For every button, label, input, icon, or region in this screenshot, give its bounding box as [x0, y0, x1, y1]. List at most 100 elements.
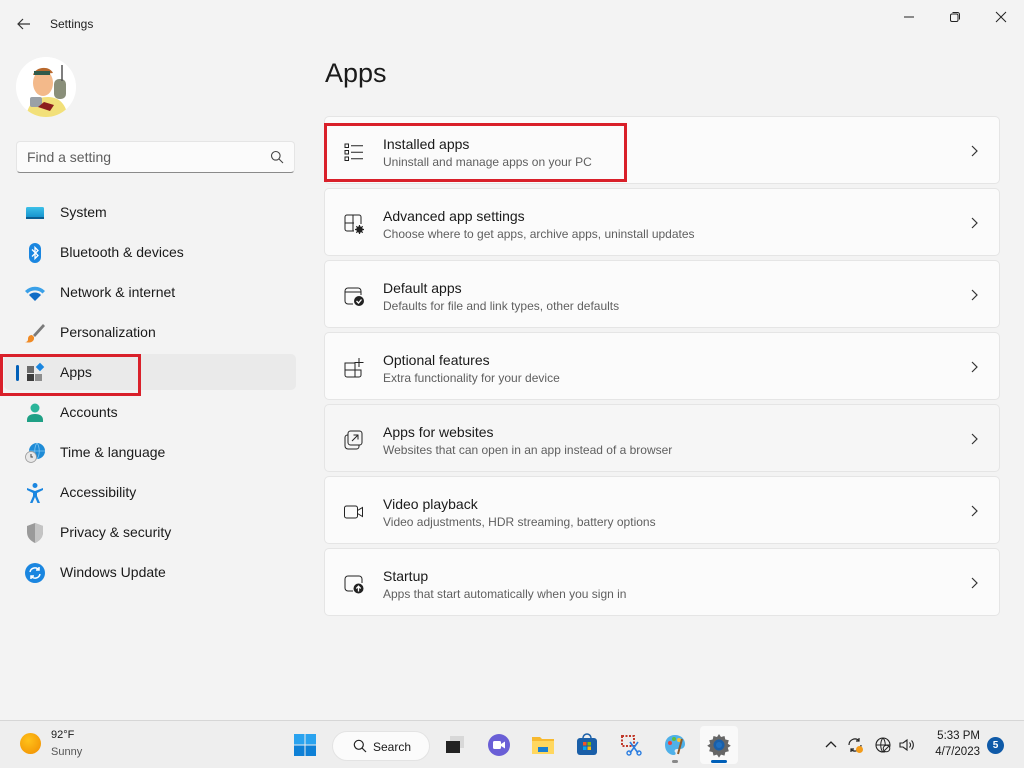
sidebar-item-time-language[interactable]: Time & language: [4, 434, 296, 470]
card-default-apps[interactable]: Default apps Defaults for file and link …: [324, 260, 1000, 328]
card-subtitle: Websites that can open in an app instead…: [383, 443, 673, 457]
chat-icon: [488, 734, 510, 756]
search-icon: [270, 150, 284, 164]
paint-button[interactable]: [656, 726, 694, 764]
video-icon: [344, 505, 363, 519]
card-title: Startup: [383, 568, 429, 584]
sidebar-label: Privacy & security: [60, 524, 172, 540]
weather-temperature: 92°F: [51, 729, 75, 741]
open-external-icon: [344, 430, 363, 450]
running-indicator: [672, 760, 678, 763]
globe-clock-icon: [25, 442, 45, 463]
card-title: Optional features: [383, 352, 490, 368]
search-input[interactable]: [17, 142, 257, 172]
sidebar-label: Personalization: [60, 324, 156, 340]
sidebar-item-accounts[interactable]: Accounts: [4, 394, 296, 430]
sidebar-item-bluetooth[interactable]: Bluetooth & devices: [4, 234, 296, 270]
clock-date: 4/7/2023: [935, 746, 980, 758]
store-icon: [577, 733, 597, 755]
sidebar-item-accessibility[interactable]: Accessibility: [4, 474, 296, 510]
snipping-tool-icon: [621, 735, 642, 756]
file-explorer-button[interactable]: [524, 726, 562, 764]
chevron-right-icon: [971, 289, 978, 301]
close-button[interactable]: [978, 4, 1024, 30]
app-title: Settings: [50, 17, 94, 31]
chevron-up-icon[interactable]: [822, 736, 840, 754]
wifi-icon: [25, 286, 45, 301]
microsoft-store-button[interactable]: [568, 726, 606, 764]
avatar-image: [16, 57, 76, 117]
back-button[interactable]: [12, 12, 36, 36]
apps-settings-list: Installed apps Uninstall and manage apps…: [324, 116, 1000, 620]
sidebar-item-windows-update[interactable]: Windows Update: [4, 554, 296, 590]
page-title: Apps: [325, 58, 387, 88]
sync-icon[interactable]: [846, 736, 864, 754]
card-startup[interactable]: Startup Apps that start automatically wh…: [324, 548, 1000, 616]
card-optional-features[interactable]: Optional features Extra functionality fo…: [324, 332, 1000, 400]
task-view-icon: [446, 736, 464, 753]
start-button[interactable]: [286, 726, 324, 764]
accessibility-icon: [27, 483, 43, 503]
restore-icon: [950, 12, 960, 22]
card-title: Default apps: [383, 280, 462, 296]
snipping-tool-button[interactable]: [612, 726, 650, 764]
gear-icon: [707, 734, 731, 758]
card-subtitle: Choose where to get apps, archive apps, …: [383, 227, 695, 241]
sun-icon: [20, 733, 41, 754]
bluetooth-icon: [29, 243, 41, 263]
close-icon: [995, 11, 1007, 23]
sidebar-label: Accessibility: [60, 484, 137, 500]
monitor-icon: [26, 207, 44, 219]
sidebar-label: System: [60, 204, 107, 220]
sidebar-item-personalization[interactable]: Personalization: [4, 314, 296, 350]
notification-badge[interactable]: 5: [987, 737, 1004, 754]
card-title: Apps for websites: [383, 424, 494, 440]
task-view-button[interactable]: [436, 726, 474, 764]
minimize-icon: [904, 16, 914, 18]
card-subtitle: Apps that start automatically when you s…: [383, 587, 627, 601]
back-arrow-icon: [17, 18, 30, 30]
paint-palette-icon: [665, 735, 685, 755]
sidebar-item-privacy-security[interactable]: Privacy & security: [4, 514, 296, 550]
card-title: Video playback: [383, 496, 478, 512]
sidebar-item-system[interactable]: System: [4, 194, 296, 230]
windows-logo-icon: [294, 734, 316, 756]
chevron-right-icon: [971, 145, 978, 157]
chevron-right-icon: [971, 433, 978, 445]
sidebar-label: Time & language: [60, 444, 166, 460]
taskbar-search[interactable]: Search: [332, 731, 430, 761]
default-apps-icon: [344, 287, 364, 306]
highlight-box-apps: [0, 354, 141, 396]
sidebar-label: Windows Update: [60, 564, 166, 580]
chevron-right-icon: [971, 217, 978, 229]
card-advanced-app-settings[interactable]: Advanced app settings Choose where to ge…: [324, 188, 1000, 256]
settings-taskbar-button[interactable]: [700, 726, 738, 764]
active-app-indicator: [711, 760, 727, 763]
sidebar-label: Network & internet: [60, 284, 176, 300]
chevron-right-icon: [971, 505, 978, 517]
maximize-button[interactable]: [932, 4, 978, 30]
taskbar: 92°F Sunny Search 5:33 PM 4/7/2023 5: [0, 720, 1024, 768]
card-video-playback[interactable]: Video playback Video adjustments, HDR st…: [324, 476, 1000, 544]
card-apps-for-websites[interactable]: Apps for websites Websites that can open…: [324, 404, 1000, 472]
minimize-button[interactable]: [886, 4, 932, 30]
weather-condition: Sunny: [51, 746, 83, 758]
search-icon: [353, 739, 367, 753]
sidebar-label: Bluetooth & devices: [60, 244, 184, 260]
user-avatar[interactable]: [16, 57, 76, 117]
volume-icon[interactable]: [898, 736, 916, 754]
taskbar-search-label: Search: [373, 740, 412, 754]
person-icon: [27, 403, 43, 422]
shield-icon: [27, 523, 43, 543]
update-icon: [25, 563, 45, 583]
sidebar-label: Accounts: [60, 404, 118, 420]
network-globe-icon[interactable]: [874, 736, 892, 754]
app-settings-icon: [344, 214, 364, 234]
teams-chat-button[interactable]: [480, 726, 518, 764]
card-title: Advanced app settings: [383, 208, 525, 224]
sidebar-item-network[interactable]: Network & internet: [4, 274, 296, 310]
find-setting-search[interactable]: [16, 141, 295, 173]
card-subtitle: Extra functionality for your device: [383, 371, 560, 385]
clock-time: 5:33 PM: [937, 730, 980, 742]
chevron-right-icon: [971, 361, 978, 373]
